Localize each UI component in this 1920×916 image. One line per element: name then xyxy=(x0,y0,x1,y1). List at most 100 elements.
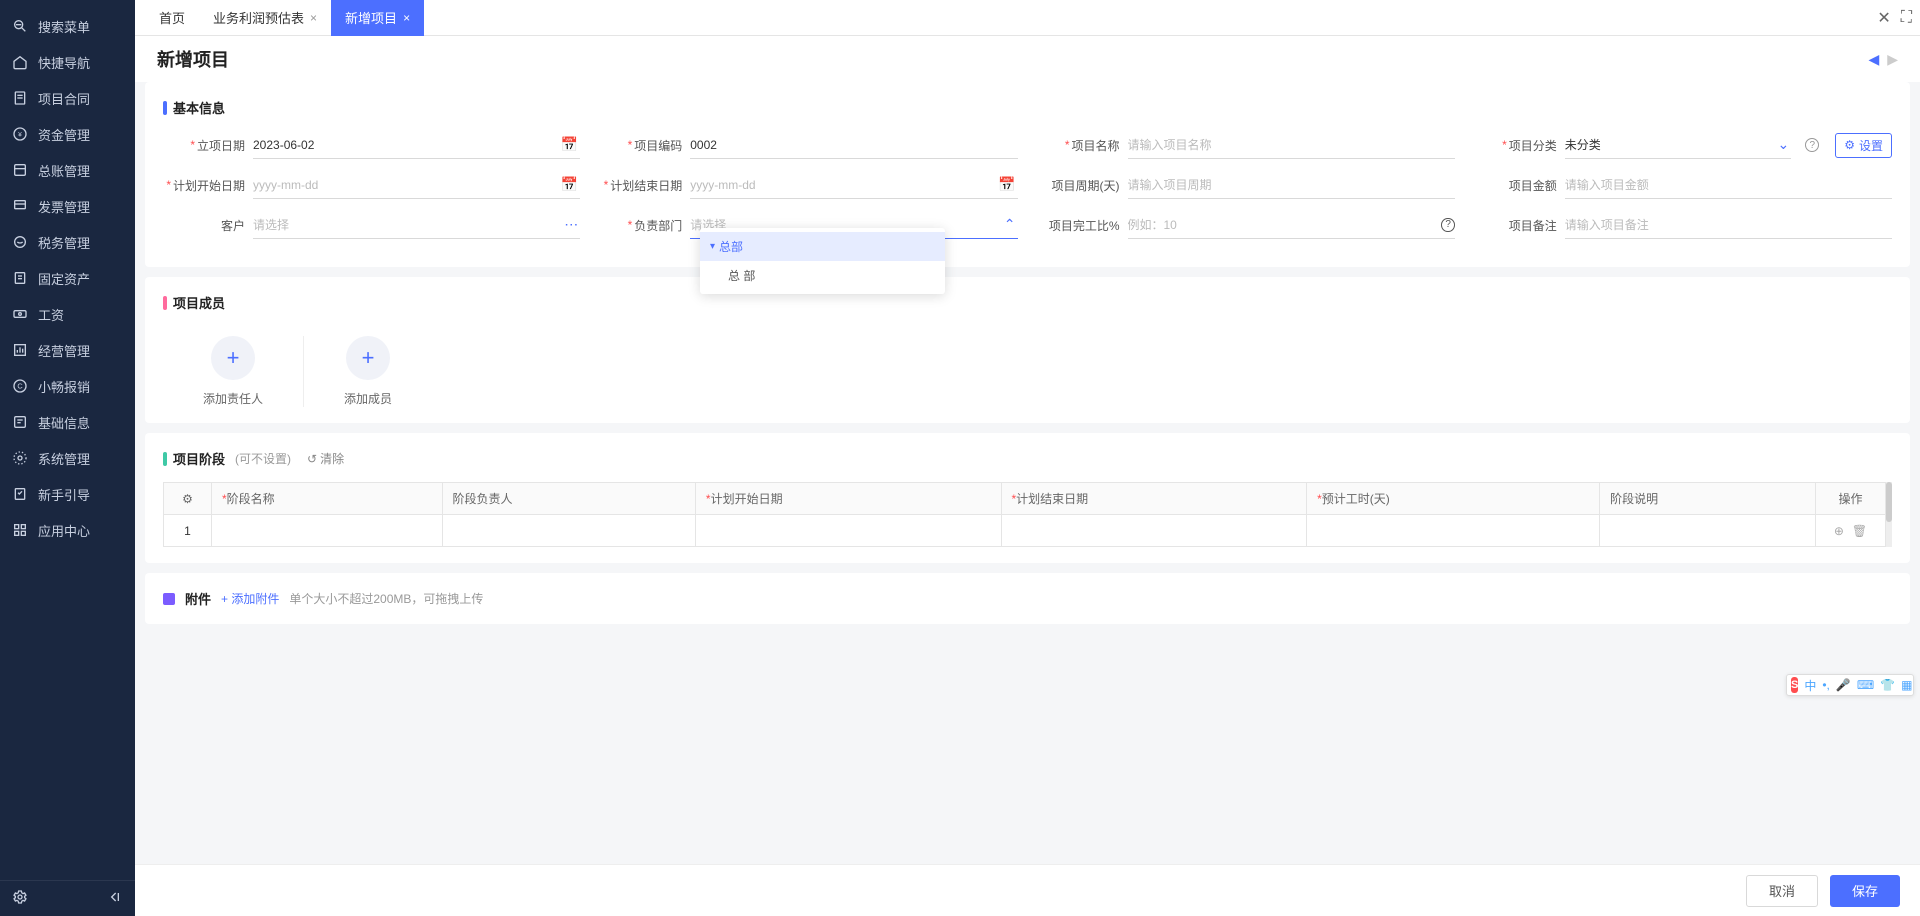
label-progress: 项目完工比% xyxy=(1049,217,1120,234)
category-settings-button[interactable]: ⚙ 设置 xyxy=(1835,133,1892,158)
sidebar-item-guide[interactable]: 新手引导 xyxy=(0,476,135,512)
sidebar-item-ledger[interactable]: 总账管理 xyxy=(0,152,135,188)
file-icon xyxy=(12,90,28,106)
add-member-label: 添加成员 xyxy=(344,390,392,407)
ime-menu-icon[interactable]: ▦ xyxy=(1901,678,1912,692)
fullscreen-icon[interactable]: ⛶ xyxy=(1901,9,1912,27)
guide-icon xyxy=(12,486,28,502)
sidebar-item-label: 系统管理 xyxy=(38,449,90,468)
col-end: *计划结束日期 xyxy=(1001,483,1307,515)
ime-keyboard-icon[interactable]: ⌨ xyxy=(1857,678,1874,692)
cell-hours[interactable] xyxy=(1307,515,1600,547)
input-duration[interactable] xyxy=(1128,178,1455,192)
sidebar-item-funds[interactable]: ¥ 资金管理 xyxy=(0,116,135,152)
add-attachment-button[interactable]: + 添加附件 xyxy=(221,590,279,607)
section-marker-icon xyxy=(163,452,167,466)
invoice-icon xyxy=(12,198,28,214)
sidebar-item-tax[interactable]: 税务管理 xyxy=(0,224,135,260)
sidebar-item-info[interactable]: 基础信息 xyxy=(0,404,135,440)
more-icon[interactable]: ⋯ xyxy=(562,216,580,233)
cell-desc[interactable] xyxy=(1600,515,1816,547)
calendar-icon[interactable]: 📅 xyxy=(559,136,580,153)
tab-label: 业务利润预估表 xyxy=(213,8,304,27)
sidebar-item-quicknav[interactable]: 快捷导航 xyxy=(0,44,135,80)
cell-owner[interactable] xyxy=(442,515,695,547)
label-amount: 项目金额 xyxy=(1509,177,1557,194)
sidebar-item-salary[interactable]: 工资 xyxy=(0,296,135,332)
input-code[interactable] xyxy=(690,138,1017,152)
save-button[interactable]: 保存 xyxy=(1830,875,1900,907)
window-close-icon[interactable]: ✕ xyxy=(1877,8,1890,28)
table-row[interactable]: 1 ⊕🗑 xyxy=(164,515,1886,547)
ime-mic-icon[interactable]: 🎤 xyxy=(1836,678,1851,692)
sidebar-item-label: 资金管理 xyxy=(38,125,90,144)
input-createdate[interactable] xyxy=(253,138,559,152)
ime-skin-icon[interactable]: 👕 xyxy=(1880,678,1895,692)
tab-new-project[interactable]: 新增项目× xyxy=(331,0,424,36)
page-header: 新增项目 ◀ ▶ xyxy=(135,36,1920,82)
input-progress[interactable] xyxy=(1128,218,1436,232)
dropdown-item-root[interactable]: ▾ 总部 xyxy=(700,232,945,261)
delete-row-icon[interactable]: 🗑 xyxy=(1852,524,1867,538)
label-code: 项目编码 xyxy=(634,137,682,154)
ime-toolbar[interactable]: S 中 •, 🎤 ⌨ 👕 ▦ xyxy=(1786,674,1914,696)
input-amount[interactable] xyxy=(1565,178,1892,192)
ime-lang[interactable]: 中 xyxy=(1804,677,1816,694)
sidebar-item-asset[interactable]: 固定资产 xyxy=(0,260,135,296)
cancel-button[interactable]: 取消 xyxy=(1746,875,1818,907)
svg-text:C: C xyxy=(17,382,23,391)
dropdown-item-label: 总部 xyxy=(719,238,743,255)
input-remark[interactable] xyxy=(1565,218,1892,232)
ime-punct-icon[interactable]: •, xyxy=(1822,678,1830,692)
input-planstart[interactable] xyxy=(253,178,559,192)
sidebar-item-reimb[interactable]: C小畅报销 xyxy=(0,368,135,404)
panel-stages: 项目阶段 (可不设置) ↺ 清除 ⚙ *阶段名称 阶段负责人 *计划开始日期 *… xyxy=(145,433,1910,563)
help-icon[interactable]: ? xyxy=(1805,138,1819,152)
section-marker-icon xyxy=(163,296,167,310)
help-icon[interactable]: ? xyxy=(1441,218,1454,232)
select-category[interactable]: 未分类 xyxy=(1565,136,1776,153)
sidebar-search-label: 搜索菜单 xyxy=(38,17,90,36)
cell-name[interactable] xyxy=(212,515,443,547)
add-owner-label: 添加责任人 xyxy=(203,390,263,407)
sidebar-item-biz[interactable]: 经营管理 xyxy=(0,332,135,368)
search-icon xyxy=(12,18,28,34)
dropdown-item-child[interactable]: 总 部 xyxy=(700,261,945,290)
add-member-button[interactable]: + xyxy=(346,336,390,380)
sidebar-collapse-icon[interactable] xyxy=(107,889,123,908)
select-customer[interactable]: 请选择 xyxy=(253,216,562,233)
add-row-icon[interactable]: ⊕ xyxy=(1834,524,1844,538)
sidebar-item-apps[interactable]: 应用中心 xyxy=(0,512,135,548)
reimb-icon: C xyxy=(12,378,28,394)
tab-profit-estimate[interactable]: 业务利润预估表 × xyxy=(199,0,331,36)
table-scrollbar[interactable] xyxy=(1886,482,1892,547)
chevron-down-icon[interactable]: ⌄ xyxy=(1775,136,1791,153)
sidebar-settings-icon[interactable] xyxy=(12,889,28,908)
calendar-icon[interactable]: 📅 xyxy=(996,176,1017,193)
cell-end[interactable] xyxy=(1001,515,1307,547)
gear-icon: ⚙ xyxy=(182,492,193,506)
section-marker-icon xyxy=(163,593,175,605)
cell-start[interactable] xyxy=(695,515,1001,547)
apps-icon xyxy=(12,522,28,538)
clear-button[interactable]: ↺ 清除 xyxy=(307,450,344,467)
sidebar-item-invoice[interactable]: 发票管理 xyxy=(0,188,135,224)
close-icon[interactable]: × xyxy=(310,11,317,25)
add-owner-button[interactable]: + xyxy=(211,336,255,380)
col-desc: 阶段说明 xyxy=(1600,483,1816,515)
attachment-note: 单个大小不超过200MB，可拖拽上传 xyxy=(289,590,483,607)
sidebar-item-contract[interactable]: 项目合同 xyxy=(0,80,135,116)
chevron-up-icon[interactable]: ⌃ xyxy=(1002,216,1018,233)
col-gear[interactable]: ⚙ xyxy=(164,483,212,515)
input-name[interactable] xyxy=(1128,138,1455,152)
svg-text:¥: ¥ xyxy=(18,132,22,139)
calendar-icon[interactable]: 📅 xyxy=(559,176,580,193)
nav-prev-icon[interactable]: ◀ xyxy=(1868,51,1879,68)
input-planend[interactable] xyxy=(690,178,996,192)
close-icon[interactable]: × xyxy=(403,11,410,25)
sidebar-search[interactable]: 搜索菜单 xyxy=(0,8,135,44)
tab-home[interactable]: 首页 xyxy=(145,0,199,36)
nav-next-icon[interactable]: ▶ xyxy=(1887,51,1898,68)
sidebar-item-sys[interactable]: 系统管理 xyxy=(0,440,135,476)
section-title: 基本信息 xyxy=(173,98,225,117)
